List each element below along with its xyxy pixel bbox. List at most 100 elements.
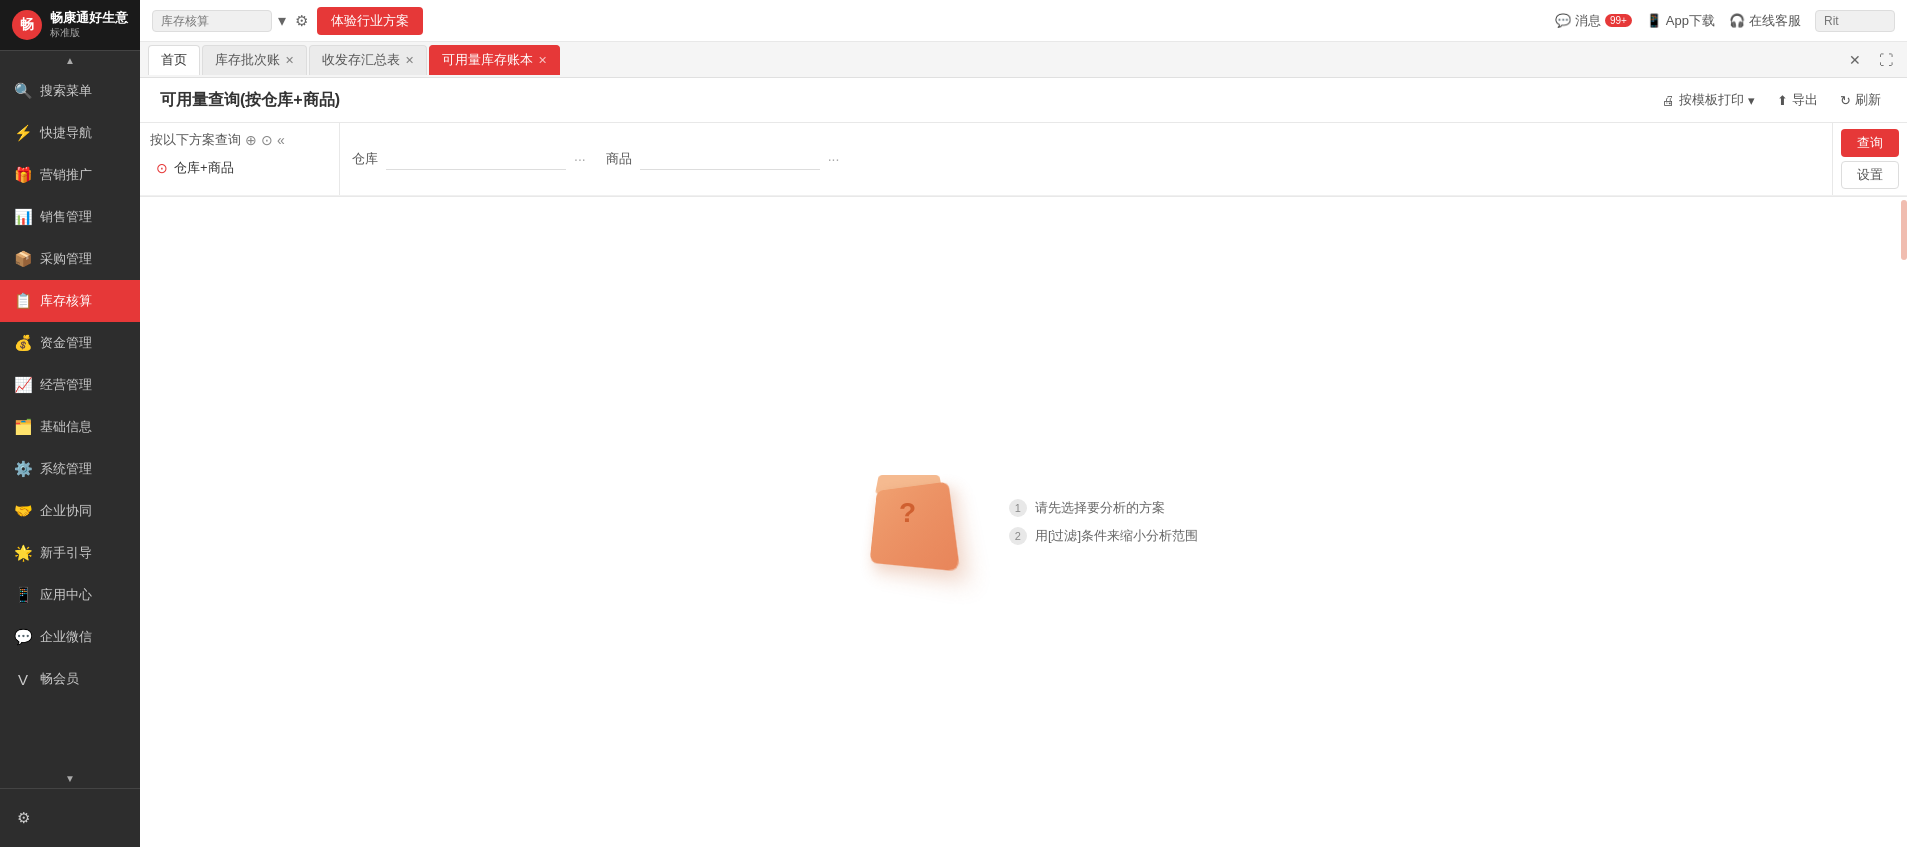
- tip-item-1: 1 请先选择要分析的方案: [1009, 499, 1198, 517]
- sidebar-item-member[interactable]: V畅会员: [0, 658, 140, 700]
- system-icon: ⚙️: [14, 460, 32, 478]
- print-icon: 🖨: [1662, 93, 1675, 108]
- warehouse-field-group: 仓库 ···: [352, 148, 586, 170]
- settings-bottom-icon: ⚙: [14, 809, 32, 827]
- wechat-icon: 💬: [14, 628, 32, 646]
- sidebar-item-operations[interactable]: 📈 经营管理: [0, 364, 140, 406]
- sidebar-item-label: 经营管理: [40, 376, 92, 394]
- sidebar-item-enterprise[interactable]: 🤝企业协同: [0, 490, 140, 532]
- export-btn[interactable]: ⬆ 导出: [1771, 88, 1824, 112]
- scheme-item-warehouse[interactable]: ⊙ 仓库+商品: [150, 155, 329, 181]
- sidebar-logo: 畅: [12, 10, 42, 40]
- warehouse-more-icon[interactable]: ···: [574, 151, 586, 167]
- gear-button[interactable]: ⚙: [292, 9, 311, 33]
- scroll-up-arrow[interactable]: ▲: [0, 51, 140, 70]
- sidebar-item-purchase[interactable]: 📦采购管理: [0, 238, 140, 280]
- sidebar-item-search[interactable]: 🔍搜索菜单: [0, 70, 140, 112]
- tab-close-receipt-summary[interactable]: ✕: [405, 54, 414, 67]
- sidebar-item-label: 资金管理: [40, 334, 92, 352]
- finance-icon: 💰: [14, 334, 32, 352]
- sidebar-item-label: 新手引导: [40, 544, 92, 562]
- top-bar-left: ▾ ⚙ 体验行业方案: [152, 7, 1547, 35]
- base-info-icon: 🗂️: [14, 418, 32, 436]
- tab-close-batch-account[interactable]: ✕: [285, 54, 294, 67]
- main-area: ▾ ⚙ 体验行业方案 💬 消息 99+ 📱 App下载 🎧 在线客服 首页库存批…: [140, 0, 1907, 847]
- query-button[interactable]: 查询: [1841, 129, 1899, 157]
- warehouse-label: 仓库: [352, 150, 378, 168]
- sidebar-item-finance[interactable]: 💰 资金管理: [0, 322, 140, 364]
- breadcrumb-input[interactable]: [152, 10, 272, 32]
- scheme-item-label: 仓库+商品: [174, 159, 234, 177]
- operations-icon: 📈: [14, 376, 32, 394]
- warehouse-input[interactable]: [386, 148, 566, 170]
- top-bar-right: 💬 消息 99+ 📱 App下载 🎧 在线客服: [1555, 10, 1895, 32]
- dropdown-arrow-icon[interactable]: ▾: [278, 11, 286, 30]
- query-top: 按以下方案查询 ⊕ ⊙ « ⊙ 仓库+商品 仓库 ···: [140, 123, 1907, 196]
- tip-text-2: 用[过滤]条件来缩小分析范围: [1035, 527, 1198, 545]
- sidebar-item-system[interactable]: ⚙️ 系统管理: [0, 448, 140, 490]
- message-btn[interactable]: 💬 消息 99+: [1555, 12, 1632, 30]
- page-content: 可用量查询(按仓库+商品) 🖨 按模板打印 ▾ ⬆ 导出 ↻ 刷新: [140, 78, 1907, 847]
- sidebar-item-marketing[interactable]: 🎁营销推广: [0, 154, 140, 196]
- product-input[interactable]: [640, 148, 820, 170]
- sidebar-version: 标准版: [50, 26, 128, 40]
- sidebar-item-base-info[interactable]: 🗂️基础信息: [0, 406, 140, 448]
- page-header-actions: 🖨 按模板打印 ▾ ⬆ 导出 ↻ 刷新: [1656, 88, 1887, 112]
- user-avatar-input[interactable]: [1815, 10, 1895, 32]
- trial-btn[interactable]: 体验行业方案: [317, 7, 423, 35]
- sidebar-item-quick-nav[interactable]: ⚡快捷导航: [0, 112, 140, 154]
- sidebar-item-newbie[interactable]: 🌟新手引导: [0, 532, 140, 574]
- tab-close-available-qty[interactable]: ✕: [538, 54, 547, 67]
- query-fields: 仓库 ··· 商品 ···: [340, 123, 1832, 195]
- export-icon: ⬆: [1777, 93, 1788, 108]
- tab-label-receipt-summary: 收发存汇总表: [322, 51, 400, 69]
- scroll-down-arrow[interactable]: ▼: [0, 769, 140, 788]
- product-more-icon[interactable]: ···: [828, 151, 840, 167]
- product-label: 商品: [606, 150, 632, 168]
- print-btn[interactable]: 🖨 按模板打印 ▾: [1656, 88, 1761, 112]
- sidebar-item-label: 销售管理: [40, 208, 92, 226]
- sidebar-item-label: 系统管理: [40, 460, 92, 478]
- scheme-title: 按以下方案查询: [150, 131, 241, 149]
- sidebar-item-label: 企业协同: [40, 502, 92, 520]
- page-header: 可用量查询(按仓库+商品) 🖨 按模板打印 ▾ ⬆ 导出 ↻ 刷新: [140, 78, 1907, 123]
- add-scheme-icon[interactable]: ⊕: [245, 132, 257, 148]
- sidebar-item-app-center[interactable]: 📱应用中心: [0, 574, 140, 616]
- app-icon: 📱: [1646, 13, 1662, 28]
- sales-icon: 📊: [14, 208, 32, 226]
- tab-home[interactable]: 首页: [148, 45, 200, 75]
- tab-label-available-qty: 可用量库存账本: [442, 51, 533, 69]
- online-service-btn[interactable]: 🎧 在线客服: [1729, 12, 1801, 30]
- sidebar-header: 畅 畅康通好生意 标准版: [0, 0, 140, 51]
- collapse-scheme-icon[interactable]: «: [277, 132, 285, 148]
- tab-label-batch-account: 库存批次账: [215, 51, 280, 69]
- tab-label-home: 首页: [161, 51, 187, 69]
- tip-number-1: 1: [1009, 499, 1027, 517]
- sidebar-item-settings-bottom[interactable]: ⚙: [0, 797, 140, 839]
- sidebar-item-wechat[interactable]: 💬企业微信: [0, 616, 140, 658]
- app-center-icon: 📱: [14, 586, 32, 604]
- settings-scheme-icon[interactable]: ⊙: [261, 132, 273, 148]
- sidebar-item-label: 搜索菜单: [40, 82, 92, 100]
- sidebar-item-sales[interactable]: 📊 销售管理: [0, 196, 140, 238]
- query-area: 按以下方案查询 ⊕ ⊙ « ⊙ 仓库+商品 仓库 ···: [140, 123, 1907, 197]
- inventory-icon: 📋: [14, 292, 32, 310]
- right-scrollbar[interactable]: [1901, 200, 1907, 260]
- tab-batch-account[interactable]: 库存批次账 ✕: [202, 45, 307, 75]
- sidebar-item-inventory[interactable]: 📋库存核算: [0, 280, 140, 322]
- window-controls: ✕ ⛶: [1843, 50, 1899, 70]
- empty-state: ? 1 请先选择要分析的方案 2 用[过滤]条件来缩小分析范围: [140, 197, 1907, 847]
- maximize-window-btn[interactable]: ⛶: [1873, 50, 1899, 70]
- app-download-btn[interactable]: 📱 App下载: [1646, 12, 1715, 30]
- tab-available-qty[interactable]: 可用量库存账本 ✕: [429, 45, 560, 75]
- settings-button[interactable]: 设置: [1841, 161, 1899, 189]
- tab-receipt-summary[interactable]: 收发存汇总表 ✕: [309, 45, 427, 75]
- message-icon: 💬: [1555, 13, 1571, 28]
- close-window-btn[interactable]: ✕: [1843, 50, 1867, 70]
- member-icon: V: [14, 671, 32, 688]
- sidebar-item-label: 快捷导航: [40, 124, 92, 142]
- tabs-bar: 首页 库存批次账 ✕ 收发存汇总表 ✕ 可用量库存账本 ✕ ✕ ⛶: [140, 42, 1907, 78]
- refresh-btn[interactable]: ↻ 刷新: [1834, 88, 1887, 112]
- sidebar-item-label: 营销推广: [40, 166, 92, 184]
- sidebar-company-name: 畅康通好生意: [50, 10, 128, 26]
